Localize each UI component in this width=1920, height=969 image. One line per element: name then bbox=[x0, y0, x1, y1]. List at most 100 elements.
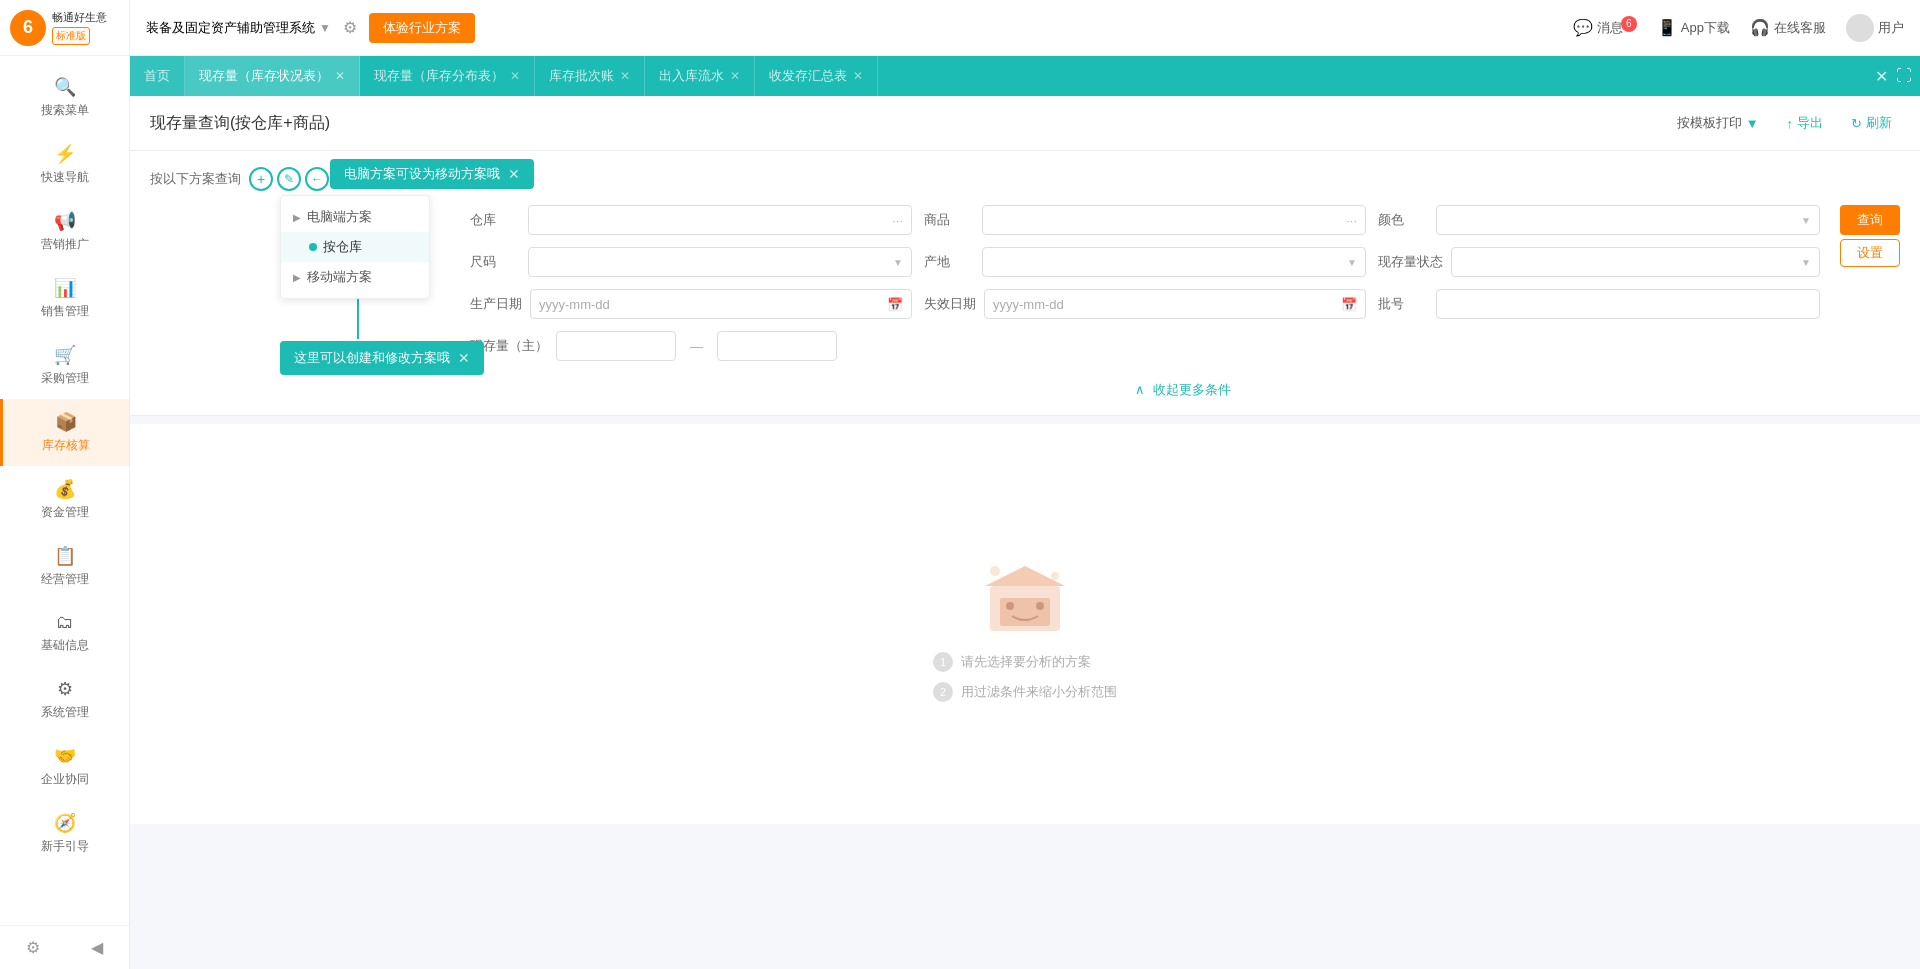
stock-qty-to[interactable] bbox=[717, 331, 837, 361]
system-dropdown-icon: ▼ bbox=[319, 21, 331, 35]
purchase-icon: 🛒 bbox=[54, 344, 76, 366]
back-scheme-btn[interactable]: ← bbox=[305, 167, 329, 191]
scheme-info-popup[interactable]: 这里可以创建和修改方案哦 ✕ bbox=[280, 341, 484, 375]
scheme-info-close[interactable]: ✕ bbox=[458, 350, 470, 366]
app-download-label: App下载 bbox=[1681, 19, 1730, 37]
tab-inventory-status-close[interactable]: ✕ bbox=[335, 69, 345, 83]
tab-in-out-flow[interactable]: 出入库流水 ✕ bbox=[645, 56, 755, 96]
tab-collect-summary-label: 收发存汇总表 bbox=[769, 67, 847, 85]
step1-badge: 1 bbox=[933, 652, 953, 672]
collapse-icon: ∧ bbox=[1135, 382, 1145, 397]
filter-label: 按以下方案查询 bbox=[150, 170, 241, 188]
system-selector[interactable]: 装备及固定资产辅助管理系统 ▼ bbox=[146, 19, 331, 37]
print-button[interactable]: 按模板打印 ▼ bbox=[1669, 110, 1767, 136]
produce-date-input[interactable]: yyyy-mm-dd 📅 bbox=[530, 289, 912, 319]
message-icon: 💬 bbox=[1573, 18, 1593, 37]
filter-origin: 产地 ▼ bbox=[924, 247, 1366, 277]
color-label: 颜色 bbox=[1378, 211, 1428, 229]
top-header: 装备及固定资产辅助管理系统 ▼ ⚙ 体验行业方案 💬 消息 6 📱 App下载 … bbox=[130, 0, 1920, 56]
sidebar-label-marketing: 营销推广 bbox=[41, 236, 89, 253]
sidebar-item-sales[interactable]: 📊 销售管理 bbox=[0, 265, 129, 332]
sidebar-item-finance[interactable]: 💰 资金管理 bbox=[0, 466, 129, 533]
export-button[interactable]: ↑ 导出 bbox=[1779, 110, 1832, 136]
tab-home-label: 首页 bbox=[144, 67, 170, 85]
produce-date-placeholder: yyyy-mm-dd bbox=[539, 297, 610, 312]
search-button[interactable]: 查询 bbox=[1840, 205, 1900, 235]
filter-collapse[interactable]: ∧ 收起更多条件 bbox=[470, 373, 1900, 399]
stock-status-select[interactable]: ▼ bbox=[1451, 247, 1820, 277]
scheme-tree-warehouse[interactable]: 按仓库 bbox=[281, 232, 429, 262]
tab-inventory-dist-close[interactable]: ✕ bbox=[510, 69, 520, 83]
sidebar: 6 畅通好生意 标准版 🔍 搜索菜单 ⚡ 快速导航 📢 营销推广 📊 销售管理 … bbox=[0, 0, 130, 969]
sidebar-label-finance: 资金管理 bbox=[41, 504, 89, 521]
filter-row-3: 生产日期 yyyy-mm-dd 📅 失效日期 yyyy-mm-dd 📅 bbox=[470, 289, 1820, 319]
tab-inventory-dist[interactable]: 现存量（库存分布表） ✕ bbox=[360, 56, 535, 96]
cooperation-icon: 🤝 bbox=[54, 745, 76, 767]
svg-rect-1 bbox=[1000, 598, 1050, 626]
sidebar-item-inventory[interactable]: 📦 库存核算 bbox=[0, 399, 129, 466]
header-message[interactable]: 💬 消息 6 bbox=[1573, 18, 1637, 37]
sidebar-item-quicknav[interactable]: ⚡ 快速导航 bbox=[0, 131, 129, 198]
sidebar-label-cooperation: 企业协同 bbox=[41, 771, 89, 788]
sidebar-item-operations[interactable]: 📋 经营管理 bbox=[0, 533, 129, 600]
sidebar-item-basic[interactable]: 🗂 基础信息 bbox=[0, 600, 129, 666]
batch-label: 批号 bbox=[1378, 295, 1428, 313]
scheme-desktop-label: 电脑端方案 bbox=[307, 208, 372, 226]
header-left: 装备及固定资产辅助管理系统 ▼ ⚙ 体验行业方案 bbox=[146, 13, 475, 43]
tab-collect-summary[interactable]: 收发存汇总表 ✕ bbox=[755, 56, 878, 96]
sidebar-label-basic: 基础信息 bbox=[41, 637, 89, 654]
origin-select[interactable]: ▼ bbox=[982, 247, 1366, 277]
tab-batch-ledger-close[interactable]: ✕ bbox=[620, 69, 630, 83]
sidebar-item-purchase[interactable]: 🛒 采购管理 bbox=[0, 332, 129, 399]
message-label: 消息 bbox=[1597, 19, 1623, 37]
add-scheme-btn[interactable]: + bbox=[249, 167, 273, 191]
origin-dropdown-icon: ▼ bbox=[1347, 257, 1357, 268]
warehouse-input[interactable]: ··· bbox=[528, 205, 912, 235]
scheme-tooltip-popup[interactable]: 电脑方案可设为移动方案哦 ✕ bbox=[330, 159, 534, 189]
color-select[interactable]: ▼ bbox=[1436, 205, 1820, 235]
size-select[interactable]: ▼ bbox=[528, 247, 912, 277]
logo-text: 畅通好生意 标准版 bbox=[52, 10, 107, 45]
expire-date-input[interactable]: yyyy-mm-dd 📅 bbox=[984, 289, 1366, 319]
filter-goods: 商品 ··· bbox=[924, 205, 1366, 235]
header-online-service[interactable]: 🎧 在线客服 bbox=[1750, 18, 1826, 37]
export-icon: ↑ bbox=[1787, 116, 1794, 131]
goods-input[interactable]: ··· bbox=[982, 205, 1366, 235]
sidebar-item-marketing[interactable]: 📢 营销推广 bbox=[0, 198, 129, 265]
edit-scheme-btn[interactable]: ✎ bbox=[277, 167, 301, 191]
footer-settings-icon[interactable]: ⚙ bbox=[26, 938, 40, 957]
tab-home[interactable]: 首页 bbox=[130, 56, 185, 96]
scheme-tooltip-close[interactable]: ✕ bbox=[508, 166, 520, 182]
tabs-expand-icon[interactable]: ⛶ bbox=[1896, 67, 1912, 85]
refresh-button[interactable]: ↻ 刷新 bbox=[1843, 110, 1900, 136]
sidebar-item-guide[interactable]: 🧭 新手引导 bbox=[0, 800, 129, 867]
sidebar-label-purchase: 采购管理 bbox=[41, 370, 89, 387]
svg-point-3 bbox=[1036, 602, 1044, 610]
sidebar-item-system[interactable]: ⚙ 系统管理 bbox=[0, 666, 129, 733]
sidebar-footer: ⚙ ◀ bbox=[0, 925, 129, 969]
batch-input[interactable] bbox=[1436, 289, 1820, 319]
tree-arrow-icon: ▶ bbox=[293, 212, 301, 223]
tab-collect-summary-close[interactable]: ✕ bbox=[853, 69, 863, 83]
user-label: 用户 bbox=[1878, 19, 1904, 37]
header-settings-icon[interactable]: ⚙ bbox=[343, 18, 357, 37]
scheme-tree-desktop[interactable]: ▶ 电脑端方案 bbox=[281, 202, 429, 232]
refresh-label: 刷新 bbox=[1866, 114, 1892, 132]
footer-collapse-icon[interactable]: ◀ bbox=[91, 938, 103, 957]
sidebar-item-search[interactable]: 🔍 搜索菜单 bbox=[0, 64, 129, 131]
tab-inventory-status[interactable]: 现存量（库存状况表） ✕ bbox=[185, 56, 360, 96]
tabs-bar: 首页 现存量（库存状况表） ✕ 现存量（库存分布表） ✕ 库存批次账 ✕ 出入库… bbox=[130, 56, 1920, 96]
tab-in-out-flow-label: 出入库流水 bbox=[659, 67, 724, 85]
filter-color: 颜色 ▼ bbox=[1378, 205, 1820, 235]
sidebar-item-cooperation[interactable]: 🤝 企业协同 bbox=[0, 733, 129, 800]
tab-batch-ledger[interactable]: 库存批次账 ✕ bbox=[535, 56, 645, 96]
scheme-tree-mobile[interactable]: ▶ 移动端方案 bbox=[281, 262, 429, 292]
industry-btn[interactable]: 体验行业方案 bbox=[369, 13, 475, 43]
header-user[interactable]: 用户 bbox=[1846, 14, 1904, 42]
reset-button[interactable]: 设置 bbox=[1840, 239, 1900, 267]
header-app-download[interactable]: 📱 App下载 bbox=[1657, 18, 1730, 37]
stock-qty-from[interactable] bbox=[556, 331, 676, 361]
tabs-close-all-icon[interactable]: ✕ bbox=[1875, 67, 1888, 86]
goods-dots: ··· bbox=[1346, 213, 1357, 228]
tab-in-out-flow-close[interactable]: ✕ bbox=[730, 69, 740, 83]
